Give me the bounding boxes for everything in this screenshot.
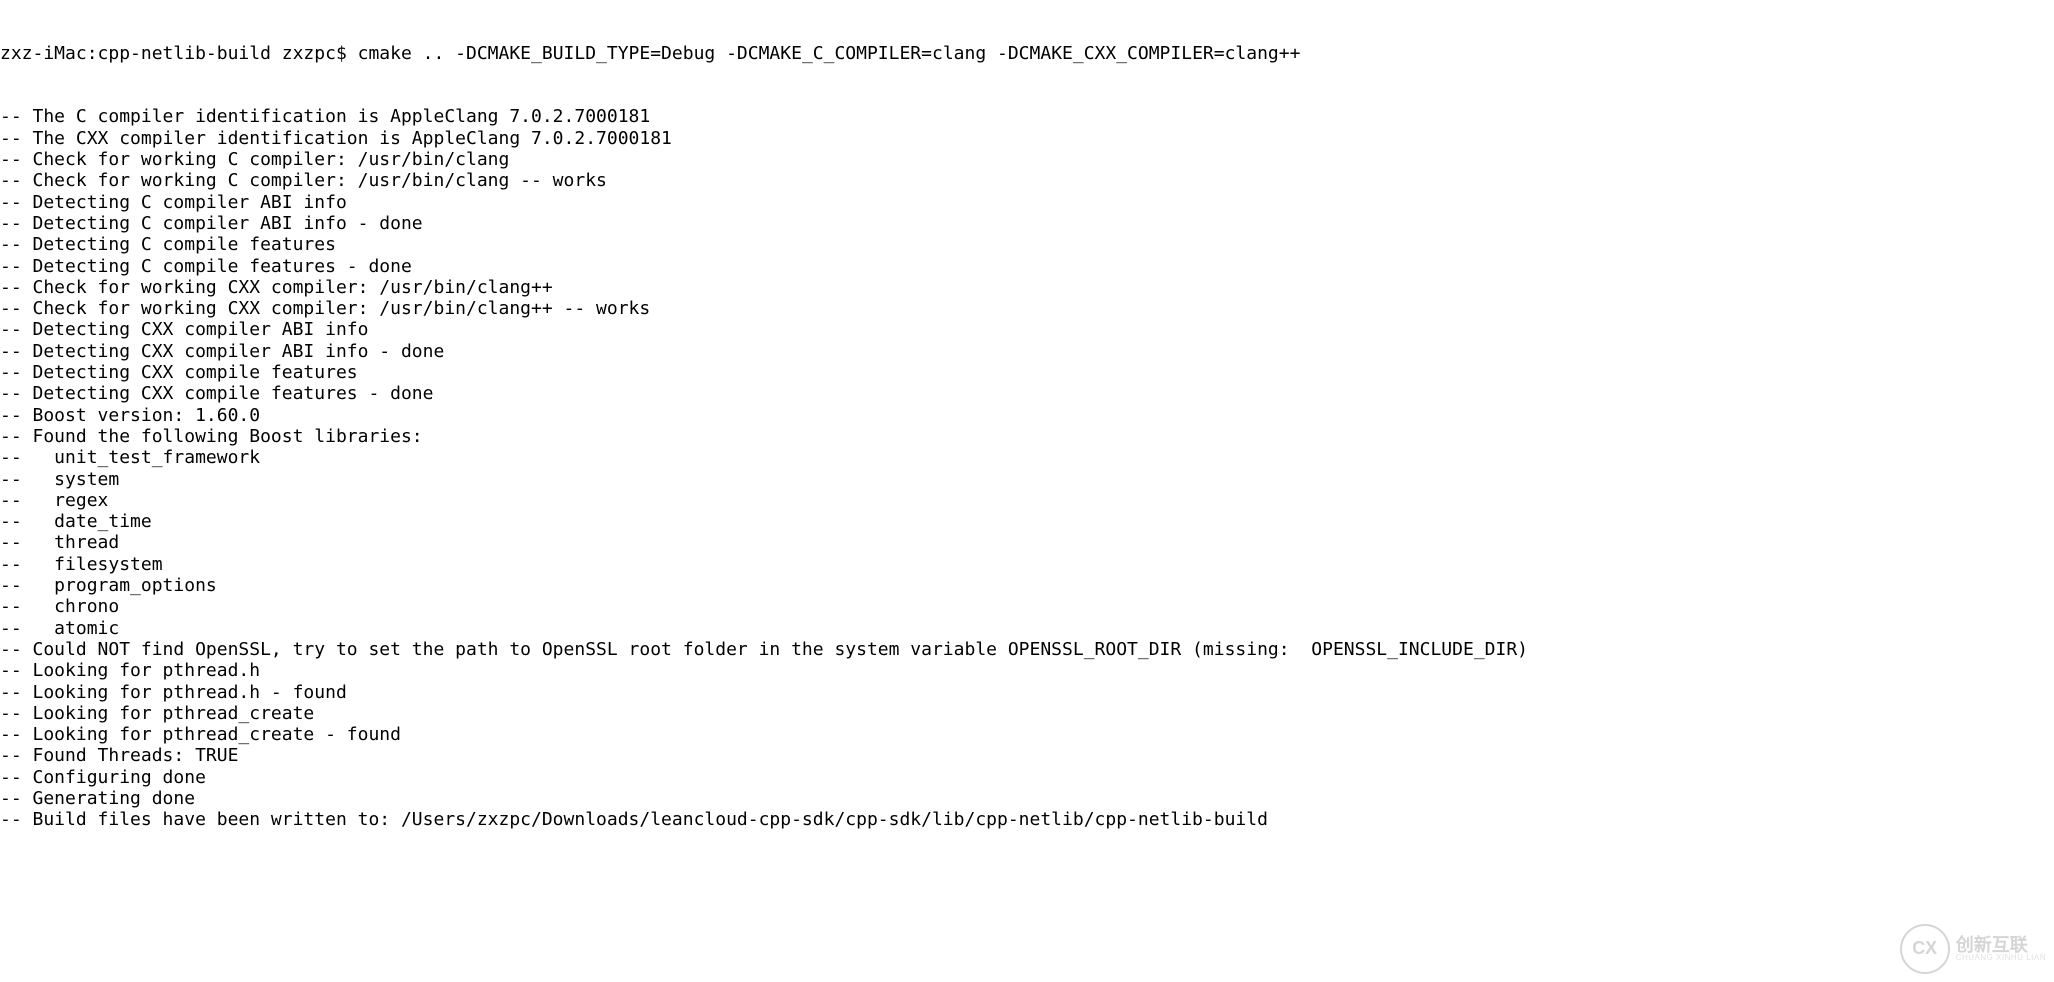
terminal-line: -- program_options [0,575,2054,596]
terminal-line: -- Looking for pthread_create [0,703,2054,724]
terminal-line: -- Detecting C compile features [0,234,2054,255]
terminal-line: -- Configuring done [0,767,2054,788]
watermark: CX 创新互联 CHUANG XINHU LIAN [1900,924,2046,974]
terminal-line: -- Detecting C compiler ABI info [0,192,2054,213]
terminal-line: -- The CXX compiler identification is Ap… [0,128,2054,149]
terminal-line: -- The C compiler identification is Appl… [0,106,2054,127]
terminal-line: -- chrono [0,596,2054,617]
terminal-line: -- date_time [0,511,2054,532]
terminal-line: -- Detecting C compile features - done [0,256,2054,277]
terminal-line: -- Found Threads: TRUE [0,745,2054,766]
terminal-line: -- Check for working CXX compiler: /usr/… [0,277,2054,298]
terminal-line: -- Detecting CXX compile features - done [0,383,2054,404]
terminal-line: -- Check for working CXX compiler: /usr/… [0,298,2054,319]
terminal-line: -- Detecting C compiler ABI info - done [0,213,2054,234]
terminal-line: -- Detecting CXX compiler ABI info - don… [0,341,2054,362]
terminal-line: -- Looking for pthread.h - found [0,682,2054,703]
terminal-line: -- Could NOT find OpenSSL, try to set th… [0,639,2054,660]
terminal-line: -- Found the following Boost libraries: [0,426,2054,447]
command-line: zxz-iMac:cpp-netlib-build zxzpc$ cmake .… [0,43,2054,64]
terminal-line: -- Build files have been written to: /Us… [0,809,2054,830]
terminal-line: -- filesystem [0,554,2054,575]
terminal-line: -- Check for working C compiler: /usr/bi… [0,149,2054,170]
terminal-line: -- system [0,469,2054,490]
terminal-line: -- Detecting CXX compiler ABI info [0,319,2054,340]
terminal-line: -- Detecting CXX compile features [0,362,2054,383]
terminal-line: -- Looking for pthread.h [0,660,2054,681]
terminal-line: -- unit_test_framework [0,447,2054,468]
watermark-cn: 创新互联 [1956,936,2046,954]
terminal-line: -- Looking for pthread_create - found [0,724,2054,745]
terminal-line: -- Generating done [0,788,2054,809]
terminal-line: -- regex [0,490,2054,511]
terminal-line: -- Check for working C compiler: /usr/bi… [0,170,2054,191]
terminal-output: zxz-iMac:cpp-netlib-build zxzpc$ cmake .… [0,0,2054,852]
terminal-line: -- thread [0,532,2054,553]
watermark-text: 创新互联 CHUANG XINHU LIAN [1956,936,2046,962]
terminal-line: -- atomic [0,618,2054,639]
shell-prompt: zxz-iMac:cpp-netlib-build zxzpc$ [0,43,358,64]
watermark-badge-icon: CX [1900,924,1950,974]
shell-command: cmake .. -DCMAKE_BUILD_TYPE=Debug -DCMAK… [358,43,1301,64]
terminal-line: -- Boost version: 1.60.0 [0,405,2054,426]
watermark-en: CHUANG XINHU LIAN [1956,954,2046,962]
